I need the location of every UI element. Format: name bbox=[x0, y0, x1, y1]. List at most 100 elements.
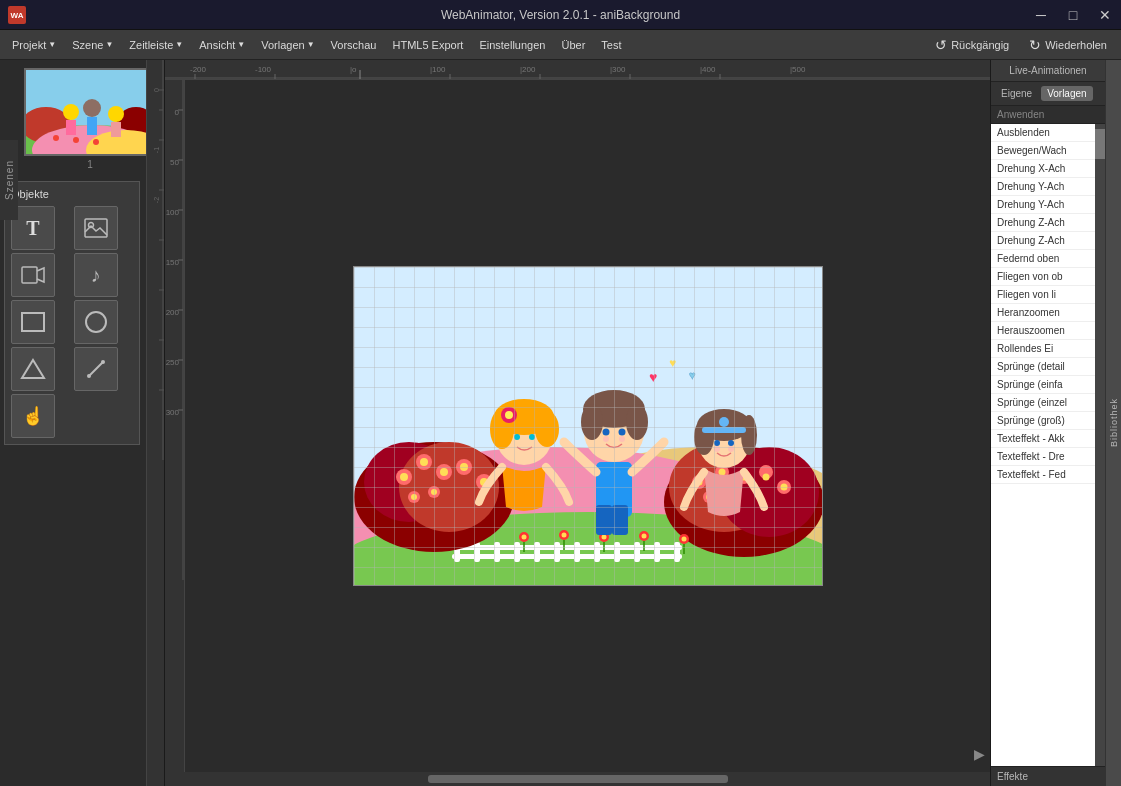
animations-panel: Live-Animationen Eigene Vorlagen Anwende… bbox=[990, 60, 1105, 786]
anim-scrollbar[interactable] bbox=[1095, 124, 1105, 766]
svg-text:|300: |300 bbox=[610, 65, 626, 74]
animation-list-item[interactable]: Bewegen/Wach bbox=[991, 142, 1095, 160]
anim-scrollbar-thumb[interactable] bbox=[1095, 129, 1105, 159]
animation-list-item[interactable]: Drehung Y-Ach bbox=[991, 178, 1095, 196]
animation-list-item[interactable]: Heranzoomen bbox=[991, 304, 1095, 322]
svg-point-138 bbox=[681, 537, 686, 542]
image-icon bbox=[84, 218, 108, 238]
close-button[interactable]: ✕ bbox=[1089, 0, 1121, 30]
hand-tool-button[interactable]: ☝ bbox=[11, 394, 55, 438]
animation-list-item[interactable]: Sprünge (groß) bbox=[991, 412, 1095, 430]
svg-point-165 bbox=[741, 415, 757, 455]
left-panel: Szenen bbox=[0, 60, 165, 786]
svg-rect-29 bbox=[22, 267, 37, 283]
animation-list-item[interactable]: Federnd oben bbox=[991, 250, 1095, 268]
video-tool-button[interactable] bbox=[11, 253, 55, 297]
tab-eigene[interactable]: Eigene bbox=[995, 86, 1038, 101]
animation-list-item[interactable]: Drehung Y-Ach bbox=[991, 196, 1095, 214]
hscroll-thumb[interactable] bbox=[428, 775, 728, 783]
svg-rect-9 bbox=[87, 117, 97, 135]
canvas-hscroll[interactable] bbox=[165, 772, 990, 786]
minimize-button[interactable]: ─ bbox=[1025, 0, 1057, 30]
undo-button[interactable]: ↺ Rückgängig bbox=[925, 33, 1019, 57]
menu-projekt[interactable]: Projekt▼ bbox=[4, 35, 64, 55]
svg-rect-92 bbox=[452, 554, 682, 559]
svg-point-97 bbox=[400, 473, 408, 481]
menu-html5export[interactable]: HTML5 Export bbox=[384, 35, 471, 55]
svg-text:150: 150 bbox=[166, 258, 180, 267]
svg-point-132 bbox=[601, 535, 606, 540]
circle-icon bbox=[83, 309, 109, 335]
menu-vorschau[interactable]: Vorschau bbox=[323, 35, 385, 55]
svg-point-171 bbox=[728, 446, 734, 452]
window-controls: ─ □ ✕ bbox=[1025, 0, 1121, 30]
animation-list-item[interactable]: Fliegen von li bbox=[991, 286, 1095, 304]
svg-rect-166 bbox=[702, 427, 746, 433]
svg-point-12 bbox=[53, 135, 59, 141]
svg-text:0: 0 bbox=[153, 88, 160, 92]
svg-marker-32 bbox=[22, 360, 44, 378]
menu-ansicht[interactable]: Ansicht▼ bbox=[191, 35, 253, 55]
canvas-viewport[interactable]: ♥ ♥ ♥ bbox=[185, 80, 990, 772]
animation-list-item[interactable]: Drehung X-Ach bbox=[991, 160, 1095, 178]
svg-rect-91 bbox=[452, 545, 682, 550]
svg-text:250: 250 bbox=[166, 358, 180, 367]
animation-list-item[interactable]: Drehung Z-Ach bbox=[991, 232, 1095, 250]
audio-tool-button[interactable]: ♪ bbox=[74, 253, 118, 297]
animation-list-item[interactable]: Texteffekt - Fed bbox=[991, 466, 1095, 484]
animations-list-container: AusblendenBewegen/WachDrehung X-AchDrehu… bbox=[991, 124, 1105, 766]
maximize-button[interactable]: □ bbox=[1057, 0, 1089, 30]
pen-tool-button[interactable] bbox=[74, 347, 118, 391]
svg-point-10 bbox=[108, 106, 124, 122]
objects-panel-title: Objekte bbox=[11, 188, 133, 200]
circle-tool-button[interactable] bbox=[74, 300, 118, 344]
svg-text:|100: |100 bbox=[430, 65, 446, 74]
main-canvas[interactable]: ♥ ♥ ♥ bbox=[353, 266, 823, 586]
animation-list-item[interactable]: Fliegen von ob bbox=[991, 268, 1095, 286]
svg-text:-2: -2 bbox=[153, 197, 160, 203]
svg-point-35 bbox=[101, 360, 105, 364]
effekte-bar: Effekte bbox=[991, 766, 1105, 786]
animation-list-item[interactable]: Drehung Z-Ach bbox=[991, 214, 1095, 232]
canvas-nav-right[interactable]: ▶ bbox=[974, 746, 985, 762]
animation-list-item[interactable]: Sprünge (einfa bbox=[991, 376, 1095, 394]
animation-list-item[interactable]: Sprünge (einzel bbox=[991, 394, 1095, 412]
vertical-ruler: 0 -1 -2 bbox=[146, 60, 164, 786]
svg-point-170 bbox=[714, 446, 720, 452]
image-tool-button[interactable] bbox=[74, 206, 118, 250]
apply-label: Anwenden bbox=[991, 106, 1105, 124]
scene-thumb[interactable] bbox=[24, 68, 156, 156]
rect-tool-button[interactable] bbox=[11, 300, 55, 344]
svg-rect-161 bbox=[612, 505, 628, 535]
animation-list-item[interactable]: Texteffekt - Akk bbox=[991, 430, 1095, 448]
menu-ueber[interactable]: Über bbox=[553, 35, 593, 55]
horizontal-ruler: -200 -100 |o |100 |200 |300 |400 |500 bbox=[165, 60, 990, 80]
redo-button[interactable]: ↻ Wiederholen bbox=[1019, 33, 1117, 57]
svg-point-157 bbox=[603, 436, 609, 442]
svg-point-103 bbox=[460, 463, 468, 471]
animation-list-item[interactable]: Rollendes Ei bbox=[991, 340, 1095, 358]
menu-szene[interactable]: Szene▼ bbox=[64, 35, 121, 55]
anim-tab-bar: Eigene Vorlagen bbox=[991, 82, 1105, 106]
animation-list-item[interactable]: Texteffekt - Dre bbox=[991, 448, 1095, 466]
svg-point-146 bbox=[535, 411, 559, 447]
menu-zeitleiste[interactable]: Zeitleiste▼ bbox=[121, 35, 191, 55]
svg-point-109 bbox=[431, 489, 437, 495]
tab-vorlagen[interactable]: Vorlagen bbox=[1041, 86, 1092, 101]
animation-list-item[interactable]: Herauszoomen bbox=[991, 322, 1095, 340]
svg-text:0: 0 bbox=[175, 108, 180, 117]
svg-rect-7 bbox=[66, 120, 76, 135]
menu-vorlagen[interactable]: Vorlagen▼ bbox=[253, 35, 322, 55]
svg-rect-11 bbox=[111, 122, 121, 137]
animation-list-item[interactable]: Ausblenden bbox=[991, 124, 1095, 142]
bibliothek-tab[interactable]: Bibliothek bbox=[1105, 60, 1121, 786]
svg-point-126 bbox=[521, 535, 526, 540]
svg-point-14 bbox=[93, 139, 99, 145]
animation-list-item[interactable]: Sprünge (detail bbox=[991, 358, 1095, 376]
scene-preview-svg bbox=[26, 70, 156, 156]
menu-einstellungen[interactable]: Einstellungen bbox=[471, 35, 553, 55]
menu-test[interactable]: Test bbox=[593, 35, 629, 55]
svg-point-122 bbox=[780, 484, 787, 491]
triangle-tool-button[interactable] bbox=[11, 347, 55, 391]
pen-icon bbox=[85, 358, 107, 380]
